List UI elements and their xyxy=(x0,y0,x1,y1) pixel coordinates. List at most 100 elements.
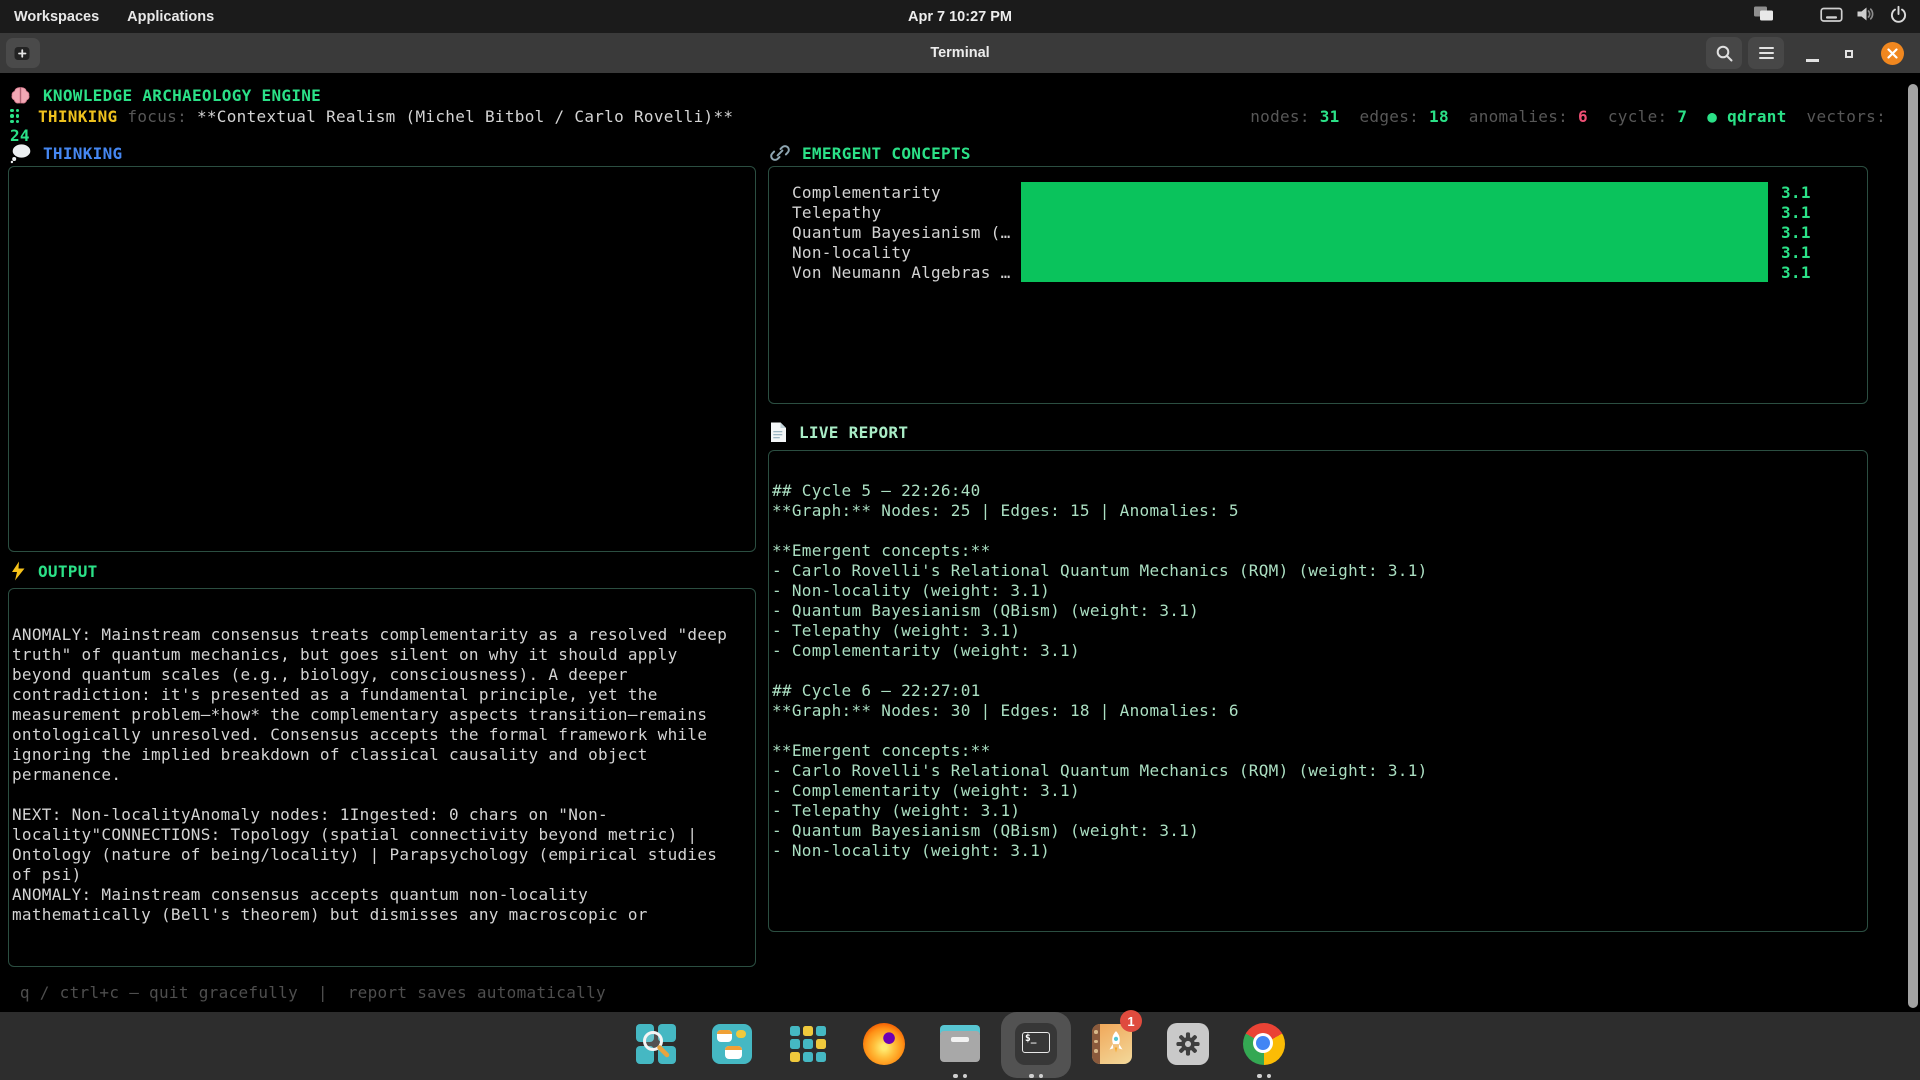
window-title: Terminal xyxy=(930,45,990,61)
hamburger-icon xyxy=(1758,44,1774,61)
gear-glyph xyxy=(1176,1032,1200,1056)
report-line: **Graph:** Nodes: 30 | Edges: 18 | Anoma… xyxy=(772,701,1239,720)
menu-button[interactable] xyxy=(1748,37,1784,69)
vectors-label: vectors: xyxy=(1786,106,1886,126)
minimize-button[interactable] xyxy=(1806,59,1819,62)
dock-files-icon[interactable] xyxy=(938,1022,982,1078)
dock-firefox-icon[interactable] xyxy=(862,1022,906,1066)
nodes-label: nodes: xyxy=(1250,106,1320,126)
report-line: - Complementarity (weight: 3.1) xyxy=(772,781,1080,800)
concept-row: Quantum Bayesianism (… 3.1 xyxy=(769,222,1867,242)
anomalies-value: 6 xyxy=(1578,106,1588,126)
dock-app-grid-icon[interactable] xyxy=(786,1022,830,1066)
spinner-icon xyxy=(10,108,19,124)
dock-settings-icon[interactable] xyxy=(1166,1022,1210,1066)
window-switcher-icon[interactable] xyxy=(1752,5,1776,28)
report-line: - Quantum Bayesianism (QBism) (weight: 3… xyxy=(772,601,1200,620)
concepts-panel: Complementarity 3.1 Telepathy 3.1 Quantu… xyxy=(768,166,1868,404)
concept-value: 3.1 xyxy=(1781,222,1811,242)
report-line xyxy=(772,721,1867,741)
search-button[interactable] xyxy=(1706,37,1742,69)
dock-terminal-icon[interactable]: $_ xyxy=(1001,1012,1071,1078)
power-icon[interactable] xyxy=(1889,5,1908,29)
desktop: Workspaces Applications Apr 7 10:27 PM T… xyxy=(0,0,1920,1080)
report-line: - Non-locality (weight: 3.1) xyxy=(772,841,1051,860)
search-icon xyxy=(1716,45,1732,61)
concept-bar xyxy=(1021,182,1768,202)
keyboard-icon[interactable] xyxy=(1820,5,1843,28)
output-panel: ANOMALY: Mainstream consensus treats com… xyxy=(8,588,756,967)
concept-label: Telepathy xyxy=(792,202,882,222)
app-title: KNOWLEDGE ARCHAEOLOGY ENGINE xyxy=(43,85,322,105)
dock-workspaces-icon[interactable] xyxy=(710,1022,754,1066)
status-state: THINKING xyxy=(38,106,118,126)
concept-value: 3.1 xyxy=(1781,242,1811,262)
output-line: contradiction: it's presented as a funda… xyxy=(12,685,658,704)
cycle-label: cycle: xyxy=(1587,106,1678,126)
concept-row: Complementarity 3.1 xyxy=(769,182,1867,202)
terminal-scrollbar[interactable] xyxy=(1908,84,1918,1008)
concept-bar xyxy=(1021,222,1768,242)
report-line: - Non-locality (weight: 3.1) xyxy=(772,581,1051,600)
report-line: **Graph:** Nodes: 25 | Edges: 15 | Anoma… xyxy=(772,501,1239,520)
output-line: ignoring the implied breakdown of classi… xyxy=(12,745,648,764)
concepts-panel-title: EMERGENT CONCEPTS xyxy=(802,143,971,163)
report-line: - Carlo Rovelli's Relational Quantum Mec… xyxy=(772,561,1428,580)
output-line: permanence. xyxy=(12,765,122,784)
brain-icon xyxy=(11,86,30,103)
lightning-icon xyxy=(12,561,25,581)
terminal-content: KNOWLEDGE ARCHAEOLOGY ENGINE THINKING fo… xyxy=(0,73,1920,1012)
edges-value: 18 xyxy=(1429,106,1449,126)
window-dots xyxy=(1242,1073,1286,1078)
window-dots xyxy=(1014,1073,1058,1078)
concept-value: 3.1 xyxy=(1781,182,1811,202)
report-line: ## Cycle 5 — 22:26:40 xyxy=(772,481,981,500)
concept-label: Quantum Bayesianism (… xyxy=(792,222,1011,242)
concept-value: 3.1 xyxy=(1781,262,1811,282)
report-panel: ## Cycle 5 — 22:26:40 **Graph:** Nodes: 2… xyxy=(768,450,1868,932)
edges-label: edges: xyxy=(1339,106,1430,126)
anomalies-label: anomalies: xyxy=(1448,106,1579,126)
concepts-panel-header: EMERGENT CONCEPTS xyxy=(770,142,971,164)
qdrant-label: qdrant xyxy=(1727,106,1787,126)
output-line: NEXT: Non-localityAnomaly nodes: 1Ingest… xyxy=(12,805,608,824)
dock-notes-icon[interactable]: 1 xyxy=(1090,1010,1142,1066)
top-bar: Workspaces Applications Apr 7 10:27 PM xyxy=(0,0,1920,33)
cycle-value: 7 xyxy=(1677,106,1688,126)
report-line xyxy=(772,521,1867,541)
volume-icon[interactable] xyxy=(1856,5,1876,28)
status-metrics: nodes: 31 edges: 18 anomalies: 6 cycle: … xyxy=(1250,106,1886,126)
applications-menu[interactable]: Applications xyxy=(127,9,214,25)
output-line: beyond quantum scales (e.g., biology, co… xyxy=(12,665,628,684)
output-line: Ontology (nature of being/locality) | Pa… xyxy=(12,845,718,864)
output-line: ontologically unresolved. Consensus acce… xyxy=(12,725,708,744)
close-icon xyxy=(1887,48,1898,59)
keybinding-hint: q / ctrl+c — quit gracefully | report sa… xyxy=(10,983,606,1002)
status-line: THINKING focus: **Contextual Realism (Mi… xyxy=(10,106,733,126)
dock-search-overview-icon[interactable] xyxy=(634,1022,678,1066)
report-line: **Emergent concepts:** xyxy=(772,541,991,560)
output-panel-title: OUTPUT xyxy=(38,561,98,581)
terminal-titlebar[interactable]: Terminal xyxy=(0,33,1920,73)
dock-chrome-icon[interactable] xyxy=(1242,1022,1286,1078)
output-line: mathematically (Bell's theorem) but dism… xyxy=(12,905,648,924)
maximize-button[interactable] xyxy=(1845,50,1853,58)
concept-row: Von Neumann Algebras … 3.1 xyxy=(769,262,1867,282)
report-line: - Complementarity (weight: 3.1) xyxy=(772,641,1080,660)
output-line: locality"CONNECTIONS: Topology (spatial … xyxy=(12,825,698,844)
workspaces-menu[interactable]: Workspaces xyxy=(14,9,99,25)
report-panel-title: LIVE REPORT xyxy=(799,422,909,442)
concept-bar xyxy=(1021,262,1768,282)
concept-row: Telepathy 3.1 xyxy=(769,202,1867,222)
thought-balloon-icon xyxy=(10,143,31,163)
thinking-panel-title: THINKING xyxy=(43,143,123,163)
notification-badge: 1 xyxy=(1120,1010,1142,1032)
close-button[interactable] xyxy=(1881,42,1904,65)
output-line: of psi) xyxy=(12,865,82,884)
concept-label: Von Neumann Algebras … xyxy=(792,262,1011,282)
clock[interactable]: Apr 7 10:27 PM xyxy=(0,9,1920,25)
report-panel-header: LIVE REPORT xyxy=(770,421,908,443)
output-line: truth" of quantum mechanics, but goes si… xyxy=(12,645,678,664)
link-icon xyxy=(770,145,790,161)
focus-label: focus: xyxy=(117,106,197,126)
